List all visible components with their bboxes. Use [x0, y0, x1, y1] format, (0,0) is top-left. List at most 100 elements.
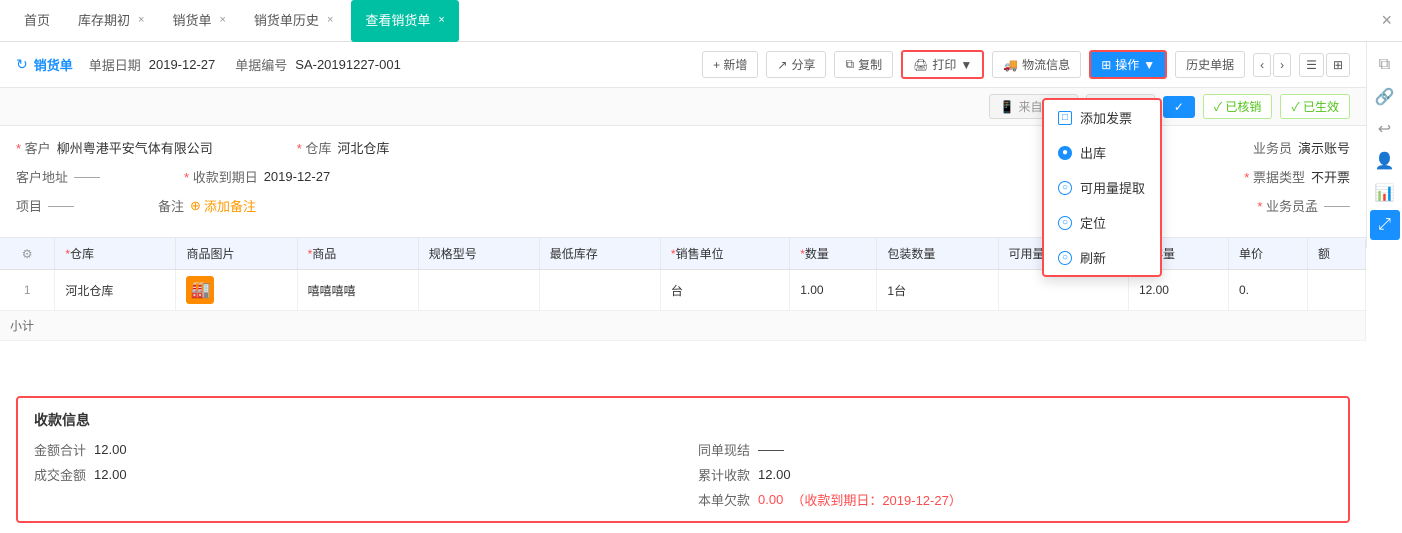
sidebar-expand-icon[interactable]: ⤢: [1370, 210, 1400, 240]
check-btn[interactable]: ✓: [1163, 96, 1195, 118]
row-image: 🏭: [176, 270, 297, 311]
ticket-field: 票据类型 不开票: [1244, 167, 1350, 186]
operation-dropdown: □ 添加发票 ● 出库 ○ 可用量提取 ○ 定位 ○ 刷新: [1042, 98, 1162, 277]
same-order-value: ——: [758, 442, 784, 457]
current-arrears-value: 0.00: [758, 492, 783, 507]
cumulative-collection-value: 12.00: [758, 467, 791, 482]
payment-date-label: 收款到期日: [184, 167, 258, 186]
deal-amount-value: 12.00: [94, 467, 127, 482]
salesperson-field: 业务员 演示账号: [1253, 138, 1350, 157]
col-pack-qty: 包装数量: [877, 238, 998, 270]
sidebar-chart-icon[interactable]: 📊: [1370, 178, 1400, 208]
project-label: 项目: [16, 196, 42, 215]
address-field: 客户地址 ——: [16, 167, 100, 186]
tab-inventory-close[interactable]: ×: [138, 14, 144, 26]
warehouse-label: 仓库: [297, 138, 332, 157]
col-amount: 额: [1307, 238, 1365, 270]
warehouse-field: 仓库 河北仓库: [297, 138, 390, 157]
row-no: 1: [0, 270, 55, 311]
copy-btn[interactable]: ⧉ 复制: [834, 51, 893, 78]
product-image: 🏭: [186, 276, 214, 304]
sidebar-copy-icon[interactable]: ⧉: [1370, 50, 1400, 80]
available-qty-icon: ○: [1058, 181, 1072, 195]
add-invoice-icon: □: [1058, 111, 1072, 125]
grid-view-btn[interactable]: ⊞: [1326, 53, 1350, 77]
list-view-btn[interactable]: ☰: [1299, 53, 1324, 77]
tab-sales-history-close[interactable]: ×: [327, 14, 333, 26]
tab-view-sales[interactable]: 查看销货单 ×: [351, 0, 458, 42]
tab-home[interactable]: 首页: [10, 0, 64, 42]
deal-amount-label: 成交金额: [34, 465, 86, 484]
truck-icon: 🚚: [1003, 58, 1018, 72]
project-value: ——: [48, 198, 74, 213]
col-unit: *销售单位: [660, 238, 789, 270]
locate-icon: ○: [1058, 216, 1072, 230]
salesperson2-value: ——: [1324, 198, 1350, 213]
new-btn[interactable]: + 新增: [702, 51, 758, 78]
tab-sales-history[interactable]: 销货单历史 ×: [240, 0, 347, 42]
app-close-btn[interactable]: ×: [1381, 10, 1392, 31]
print-btn[interactable]: 🖨 打印 ▼: [901, 50, 984, 79]
refresh-icon: ○: [1058, 251, 1072, 265]
payment-info-grid: 金额合计 12.00 同单现结 —— 成交金额 12.00 累计收款 12.00…: [34, 440, 1332, 509]
view-btns: ☰ ⊞: [1299, 53, 1350, 77]
col-qty: *数量: [790, 238, 877, 270]
operation-btn[interactable]: ⊞ 操作 ▼: [1089, 50, 1167, 79]
dropdown-outbound[interactable]: ● 出库: [1044, 135, 1160, 170]
payment-date-field: 收款到期日 2019-12-27: [184, 167, 330, 186]
right-sidebar: ⧉ 🔗 ↩ 👤 📊 ⤢: [1366, 42, 1402, 248]
history-btn[interactable]: 历史单据: [1175, 51, 1245, 78]
address-value: ——: [74, 169, 100, 184]
ticket-value: 不开票: [1311, 167, 1350, 186]
same-order-label: 同单现结: [698, 440, 750, 459]
prev-btn[interactable]: ‹: [1253, 53, 1271, 77]
sidebar-link-icon[interactable]: 🔗: [1370, 82, 1400, 112]
col-warehouse: *仓库: [55, 238, 176, 270]
project-field: 项目 ——: [16, 196, 74, 215]
salesperson2-field: 业务员孟 ——: [1257, 196, 1350, 215]
dropdown-locate[interactable]: ○ 定位: [1044, 205, 1160, 240]
effective-status-btn[interactable]: ✓ 已生效: [1280, 94, 1350, 119]
dropdown-refresh[interactable]: ○ 刷新: [1044, 240, 1160, 275]
sidebar-rotate-icon[interactable]: ↩: [1370, 114, 1400, 144]
current-arrears-label: 本单欠款: [698, 490, 750, 509]
next-btn[interactable]: ›: [1273, 53, 1291, 77]
note-label: 备注: [158, 196, 184, 215]
sidebar-user-icon[interactable]: 👤: [1370, 146, 1400, 176]
row-price: 0.: [1229, 270, 1308, 311]
check-circle-icon: ✓: [1214, 100, 1222, 114]
subtotal-row: 小计: [0, 311, 1366, 341]
cumulative-collection-label: 累计收款: [698, 465, 750, 484]
share-icon: ↗: [777, 58, 787, 72]
copy-icon: ⧉: [845, 57, 854, 72]
cancelled-status-btn[interactable]: ✓ 已核销: [1203, 94, 1273, 119]
logistics-btn[interactable]: 🚚 物流信息: [992, 51, 1081, 78]
payment-info-section: 收款信息 金额合计 12.00 同单现结 —— 成交金额 12.00 累计收款 …: [16, 396, 1350, 523]
tab-inventory[interactable]: 库存期初 ×: [64, 0, 158, 42]
operation-dropdown-arrow: ▼: [1143, 58, 1155, 72]
doc-actions: + 新增 ↗ 分享 ⧉ 复制 🖨 打印 ▼ 🚚 物流信息: [702, 50, 1350, 79]
doc-title: ↻ 销货单: [16, 55, 73, 74]
outbound-icon: ●: [1058, 146, 1072, 160]
row-spec: [418, 270, 539, 311]
print-dropdown-arrow: ▼: [960, 58, 972, 72]
row-unit: 台: [660, 270, 789, 311]
tab-sales-close[interactable]: ×: [219, 14, 225, 26]
total-amount-label: 金额合计: [34, 440, 86, 459]
col-spec: 规格型号: [418, 238, 539, 270]
dropdown-add-invoice[interactable]: □ 添加发票: [1044, 100, 1160, 135]
tab-sales[interactable]: 销货单 ×: [158, 0, 239, 42]
tab-view-sales-close[interactable]: ×: [438, 14, 444, 26]
share-btn[interactable]: ↗ 分享: [766, 51, 826, 78]
check-circle2-icon: ✓: [1291, 100, 1299, 114]
total-amount-item: 金额合计 12.00: [34, 440, 668, 459]
add-note-btn[interactable]: ⊕ 添加备注: [190, 196, 256, 215]
salesperson-value: 演示账号: [1298, 138, 1350, 157]
doc-header: ↻ 销货单 单据日期 2019-12-27 单据编号 SA-20191227-0…: [0, 42, 1366, 88]
col-gear: ⚙: [0, 238, 55, 270]
row-amount: [1307, 270, 1365, 311]
col-price: 单价: [1229, 238, 1308, 270]
subtotal-label: 小计: [0, 311, 1366, 341]
grid-icon: ⊞: [1101, 58, 1111, 72]
dropdown-available-qty[interactable]: ○ 可用量提取: [1044, 170, 1160, 205]
